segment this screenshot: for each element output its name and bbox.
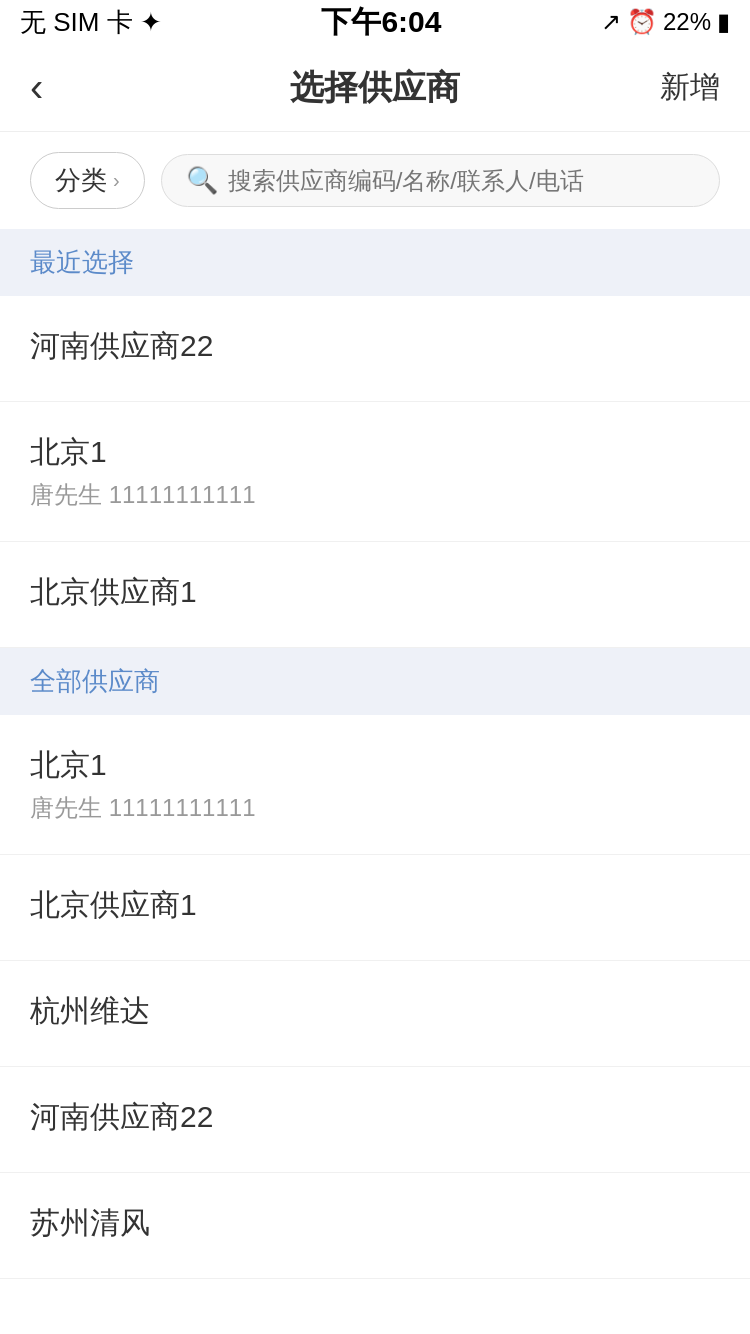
all-list: 北京1 唐先生 11111111111 北京供应商1 杭州维达河南供应商22 苏州清风 — [0, 715, 750, 1279]
item-name: 苏州清风 — [30, 1203, 720, 1244]
status-bar: 无 SIM 卡 ✦ 下午6:04 ↗ ⏰ 22% ▮ — [0, 0, 750, 44]
list-item[interactable]: 河南供应商22 — [0, 296, 750, 402]
list-item[interactable]: 北京供应商1 — [0, 542, 750, 648]
status-signal: 无 SIM 卡 ✦ — [20, 5, 162, 40]
list-item[interactable]: 北京1 唐先生 11111111111 — [0, 715, 750, 855]
search-input[interactable] — [228, 167, 695, 195]
battery-icon: ▮ — [717, 8, 730, 36]
list-item[interactable]: 北京1 唐先生 11111111111 — [0, 402, 750, 542]
all-section-label: 全部供应商 — [30, 666, 160, 696]
list-item[interactable]: 北京供应商1 — [0, 855, 750, 961]
item-name: 北京1 — [30, 432, 720, 473]
list-item[interactable]: 河南供应商22 — [0, 1067, 750, 1173]
location-icon: ↗ — [601, 8, 621, 36]
search-box[interactable]: 🔍 — [161, 154, 720, 207]
recent-section-header: 最近选择 — [0, 229, 750, 296]
alarm-icon: ⏰ — [627, 8, 657, 36]
item-name: 杭州维达 — [30, 991, 720, 1032]
list-item[interactable]: 苏州清风 — [0, 1173, 750, 1279]
item-name: 河南供应商22 — [30, 1097, 720, 1138]
back-button[interactable]: ‹ — [30, 65, 90, 110]
search-icon: 🔍 — [186, 165, 218, 196]
list-item[interactable]: 杭州维达 — [0, 961, 750, 1067]
add-button[interactable]: 新增 — [660, 67, 720, 108]
item-name: 河南供应商22 — [30, 326, 720, 367]
recent-section-label: 最近选择 — [30, 247, 134, 277]
recent-list: 河南供应商22 北京1 唐先生 11111111111 北京供应商1 — [0, 296, 750, 648]
chevron-right-icon: › — [113, 169, 120, 192]
item-contact: 唐先生 11111111111 — [30, 479, 720, 511]
item-name: 北京1 — [30, 745, 720, 786]
status-time: 下午6:04 — [321, 2, 441, 43]
item-name: 北京供应商1 — [30, 885, 720, 926]
item-name: 北京供应商1 — [30, 572, 720, 613]
battery-level: 22% — [663, 8, 711, 36]
status-battery: ↗ ⏰ 22% ▮ — [601, 8, 730, 36]
nav-bar: ‹ 选择供应商 新增 — [0, 44, 750, 132]
filter-bar: 分类 › 🔍 — [0, 132, 750, 229]
category-filter[interactable]: 分类 › — [30, 152, 145, 209]
page-title: 选择供应商 — [290, 65, 460, 111]
all-section-header: 全部供应商 — [0, 648, 750, 715]
item-contact: 唐先生 11111111111 — [30, 792, 720, 824]
category-label: 分类 — [55, 163, 107, 198]
